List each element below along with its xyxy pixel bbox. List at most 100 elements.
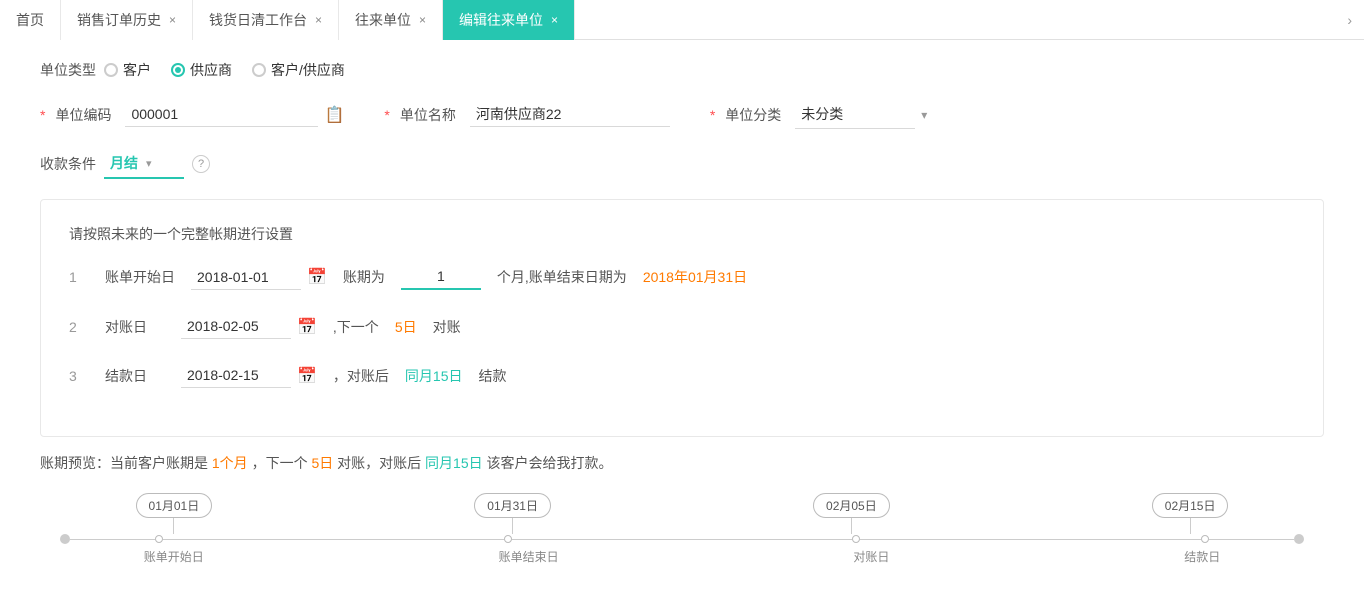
unit-code-label: 单位编码 xyxy=(55,105,111,125)
row-1-calendar-icon[interactable]: 📅 xyxy=(307,267,327,287)
unit-name-group: * 单位名称 xyxy=(384,102,669,127)
row-2-calendar-icon[interactable]: 📅 xyxy=(297,317,317,337)
timeline-end-dot xyxy=(1294,534,1304,544)
unit-category-group: * 单位分类 未分类 ▾ xyxy=(710,100,927,129)
unit-name-star: * xyxy=(384,107,389,123)
timeline-node-2: 01月31日 xyxy=(474,493,551,534)
timeline-connector-1 xyxy=(173,518,174,534)
setting-row-3: 3 结款日 📅 ，对账后 同月15日 结款 xyxy=(69,363,1295,388)
preview-prefix: 账期预览：当前客户账期是 xyxy=(40,455,208,471)
row-1-highlight: 2018年01月31日 xyxy=(643,267,747,287)
unit-category-chevron[interactable]: ▾ xyxy=(921,108,927,122)
unit-name-input[interactable] xyxy=(470,102,670,127)
radio-both[interactable]: 客户/供应商 xyxy=(252,60,345,80)
radio-customer[interactable]: 客户 xyxy=(104,60,151,80)
tabs-bar: 首页 销售订单历史 × 钱货日清工作台 × 往来单位 × 编辑往来单位 × › xyxy=(0,0,1364,40)
unit-code-input[interactable] xyxy=(125,102,318,127)
timeline-connector-4 xyxy=(1190,518,1191,534)
help-icon[interactable]: ? xyxy=(192,155,210,173)
settings-card: 请按照未来的一个完整帐期进行设置 1 账单开始日 📅 账期为 个月,账单结束日期… xyxy=(40,199,1324,437)
row-2-date-field: 📅 xyxy=(181,314,317,339)
setting-row-1: 1 账单开始日 📅 账期为 个月,账单结束日期为 2018年01月31日 xyxy=(69,264,1295,290)
tab-arrow[interactable]: › xyxy=(1335,0,1364,39)
row-2-date-input[interactable] xyxy=(181,314,291,339)
row-1-date-input[interactable] xyxy=(191,265,301,290)
row-3-suffix: 结款 xyxy=(479,366,507,386)
row-2-label: 对账日 xyxy=(105,317,165,337)
tab-edit-partner-close[interactable]: × xyxy=(551,13,558,27)
preview-part3: 同月15日 xyxy=(425,455,483,471)
row-1-date-field: 📅 xyxy=(191,265,327,290)
tl-seg-3 xyxy=(860,539,1201,540)
row-1-label: 账单开始日 xyxy=(105,267,175,287)
payment-condition-label: 收款条件 xyxy=(40,154,96,174)
preview-text: 账期预览：当前客户账期是 1个月 ，下一个 5日 对账，对账后 同月15日 该客… xyxy=(40,453,1324,473)
row-1-month-input[interactable] xyxy=(401,264,481,290)
row-3-highlight: 同月15日 xyxy=(405,366,463,386)
timeline-label-1-wrap: 账单开始日 xyxy=(144,544,204,565)
tab-edit-partner[interactable]: 编辑往来单位 × xyxy=(443,0,575,40)
timeline-labels-row: 账单开始日 账单结束日 对账日 结款日 xyxy=(60,544,1304,565)
radio-both-circle xyxy=(252,63,266,77)
tab-sales-history-close[interactable]: × xyxy=(169,13,176,27)
row-3-num: 3 xyxy=(69,368,89,384)
tab-home[interactable]: 首页 xyxy=(0,0,61,40)
radio-customer-circle xyxy=(104,63,118,77)
unit-type-radio-group: 客户 供应商 客户/供应商 xyxy=(104,60,345,80)
preview-mid1: ，下一个 xyxy=(252,455,308,471)
tab-cash-work-close[interactable]: × xyxy=(315,13,322,27)
timeline-line-row xyxy=(60,534,1304,544)
radio-supplier[interactable]: 供应商 xyxy=(171,60,232,80)
unit-category-label: 单位分类 xyxy=(725,105,781,125)
radio-supplier-label: 供应商 xyxy=(190,60,232,80)
unit-code-group: * 单位编码 📋 xyxy=(40,102,344,127)
unit-name-label: 单位名称 xyxy=(400,105,456,125)
unit-category-value: 未分类 xyxy=(795,100,915,129)
timeline-badges-row: 01月01日 01月31日 02月05日 02月15日 xyxy=(60,493,1304,534)
unit-info-row: * 单位编码 📋 * 单位名称 * 单位分类 未分类 ▾ xyxy=(40,100,1324,129)
payment-condition-row: 收款条件 月结 ▾ ? xyxy=(40,149,1324,179)
timeline-badge-4: 02月15日 xyxy=(1152,493,1229,518)
row-1-num: 1 xyxy=(69,269,89,285)
timeline-node-dot-1 xyxy=(155,535,163,543)
tab-cash-work-label: 钱货日清工作台 xyxy=(209,10,307,30)
condition-value: 月结 xyxy=(110,153,138,173)
tab-partner[interactable]: 往来单位 × xyxy=(339,0,443,40)
row-3-label: 结款日 xyxy=(105,366,165,386)
unit-type-row: 单位类型 客户 供应商 客户/供应商 xyxy=(40,60,1324,80)
preview-part1: 1个月 xyxy=(212,455,248,471)
tab-partner-label: 往来单位 xyxy=(355,10,411,30)
payment-condition-control: 月结 ▾ ? xyxy=(104,149,210,179)
timeline-node-dot-3 xyxy=(852,535,860,543)
preview-part2: 5日 xyxy=(311,455,333,471)
unit-code-star: * xyxy=(40,107,45,123)
condition-select-box[interactable]: 月结 ▾ xyxy=(104,149,184,179)
timeline-node-dot-4 xyxy=(1201,535,1209,543)
row-1-mid-text: 账期为 xyxy=(343,267,385,287)
timeline-badge-1: 01月01日 xyxy=(136,493,213,518)
preview-suffix: 该客户会给我打款。 xyxy=(487,455,613,471)
timeline-label-2: 账单结束日 xyxy=(499,548,559,565)
row-3-date-input[interactable] xyxy=(181,363,291,388)
timeline-label-1: 账单开始日 xyxy=(144,548,204,565)
timeline-node-3: 02月05日 xyxy=(813,493,890,534)
tab-sales-history[interactable]: 销售订单历史 × xyxy=(61,0,193,40)
timeline-label-2-wrap: 账单结束日 xyxy=(499,544,559,565)
preview-mid2: 对账，对账后 xyxy=(337,455,421,471)
row-1-suffix: 个月,账单结束日期为 xyxy=(497,267,627,287)
row-3-calendar-icon[interactable]: 📅 xyxy=(297,366,317,386)
tab-sales-history-label: 销售订单历史 xyxy=(77,10,161,30)
radio-supplier-circle xyxy=(171,63,185,77)
timeline-label-3-wrap: 对账日 xyxy=(853,544,889,565)
timeline-start-dot xyxy=(60,534,70,544)
tab-edit-partner-label: 编辑往来单位 xyxy=(459,10,543,30)
tab-cash-work[interactable]: 钱货日清工作台 × xyxy=(193,0,339,40)
unit-code-icon[interactable]: 📋 xyxy=(324,105,344,125)
tl-seg-0 xyxy=(70,539,155,540)
row-3-date-field: 📅 xyxy=(181,363,317,388)
tl-seg-1 xyxy=(163,539,504,540)
radio-both-label: 客户/供应商 xyxy=(271,60,345,80)
row-2-suffix: 对账 xyxy=(433,317,461,337)
row-2-prefix: ,下一个 xyxy=(333,317,379,337)
tab-partner-close[interactable]: × xyxy=(419,13,426,27)
